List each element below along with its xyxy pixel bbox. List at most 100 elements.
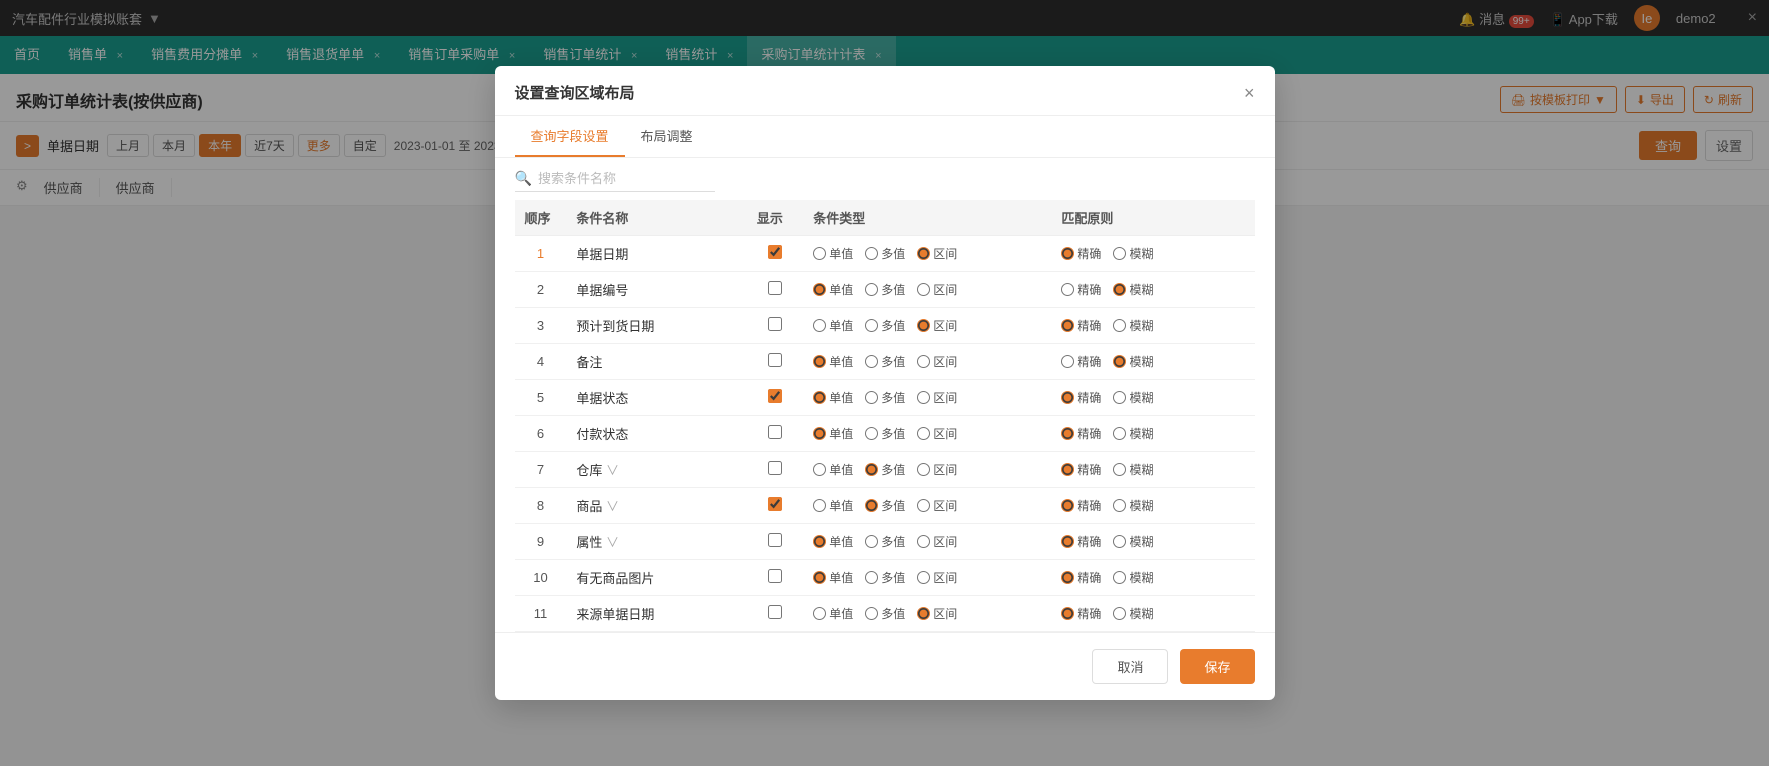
type-option-多值[interactable]: 多值	[865, 497, 905, 514]
type-radio-多值[interactable]	[865, 607, 878, 620]
type-option-多值[interactable]: 多值	[865, 281, 905, 298]
type-option-多值[interactable]: 多值	[865, 461, 905, 478]
match-option-精确[interactable]: 精确	[1061, 245, 1101, 262]
match-radio-模糊[interactable]	[1113, 283, 1126, 296]
match-radio-精确[interactable]	[1061, 463, 1074, 476]
type-radio-区间[interactable]	[917, 319, 930, 332]
match-radio-精确[interactable]	[1061, 355, 1074, 368]
type-radio-单值[interactable]	[813, 355, 826, 368]
type-radio-多值[interactable]	[865, 283, 878, 296]
type-option-区间[interactable]: 区间	[917, 569, 957, 586]
type-radio-单值[interactable]	[813, 571, 826, 584]
type-option-区间[interactable]: 区间	[917, 533, 957, 550]
type-radio-多值[interactable]	[865, 247, 878, 260]
type-option-多值[interactable]: 多值	[865, 569, 905, 586]
type-option-区间[interactable]: 区间	[917, 281, 957, 298]
display-checkbox[interactable]	[768, 245, 782, 259]
display-checkbox[interactable]	[768, 605, 782, 619]
type-option-多值[interactable]: 多值	[865, 353, 905, 370]
match-radio-模糊[interactable]	[1113, 355, 1126, 368]
cancel-button[interactable]: 取消	[1092, 649, 1168, 684]
match-option-精确[interactable]: 精确	[1061, 605, 1101, 622]
match-radio-模糊[interactable]	[1113, 499, 1126, 512]
type-radio-单值[interactable]	[813, 319, 826, 332]
type-option-单值[interactable]: 单值	[813, 569, 853, 586]
match-radio-模糊[interactable]	[1113, 463, 1126, 476]
match-radio-模糊[interactable]	[1113, 247, 1126, 260]
match-option-精确[interactable]: 精确	[1061, 425, 1101, 442]
match-radio-精确[interactable]	[1061, 499, 1074, 512]
match-option-模糊[interactable]: 模糊	[1113, 389, 1153, 406]
type-radio-区间[interactable]	[917, 391, 930, 404]
type-radio-单值[interactable]	[813, 499, 826, 512]
match-radio-精确[interactable]	[1061, 535, 1074, 548]
type-radio-区间[interactable]	[917, 247, 930, 260]
match-option-模糊[interactable]: 模糊	[1113, 533, 1153, 550]
match-radio-精确[interactable]	[1061, 571, 1074, 584]
type-option-区间[interactable]: 区间	[917, 497, 957, 514]
type-option-单值[interactable]: 单值	[813, 389, 853, 406]
display-checkbox[interactable]	[768, 281, 782, 295]
match-radio-精确[interactable]	[1061, 427, 1074, 440]
type-radio-多值[interactable]	[865, 535, 878, 548]
match-radio-精确[interactable]	[1061, 247, 1074, 260]
type-radio-区间[interactable]	[917, 355, 930, 368]
match-option-模糊[interactable]: 模糊	[1113, 245, 1153, 262]
type-radio-区间[interactable]	[917, 499, 930, 512]
match-option-精确[interactable]: 精确	[1061, 461, 1101, 478]
display-checkbox[interactable]	[768, 353, 782, 367]
match-option-精确[interactable]: 精确	[1061, 389, 1101, 406]
type-option-区间[interactable]: 区间	[917, 353, 957, 370]
type-option-区间[interactable]: 区间	[917, 245, 957, 262]
dialog-tab-layout[interactable]: 布局调整	[625, 116, 709, 157]
display-checkbox[interactable]	[768, 389, 782, 403]
display-checkbox[interactable]	[768, 461, 782, 475]
display-checkbox[interactable]	[768, 569, 782, 583]
type-radio-多值[interactable]	[865, 319, 878, 332]
match-option-精确[interactable]: 精确	[1061, 353, 1101, 370]
type-radio-多值[interactable]	[865, 571, 878, 584]
type-radio-多值[interactable]	[865, 391, 878, 404]
type-option-多值[interactable]: 多值	[865, 605, 905, 622]
type-radio-单值[interactable]	[813, 283, 826, 296]
match-radio-精确[interactable]	[1061, 391, 1074, 404]
match-option-精确[interactable]: 精确	[1061, 497, 1101, 514]
type-option-单值[interactable]: 单值	[813, 245, 853, 262]
match-option-模糊[interactable]: 模糊	[1113, 281, 1153, 298]
type-radio-单值[interactable]	[813, 535, 826, 548]
match-option-精确[interactable]: 精确	[1061, 569, 1101, 586]
match-radio-精确[interactable]	[1061, 607, 1074, 620]
match-option-模糊[interactable]: 模糊	[1113, 317, 1153, 334]
type-radio-区间[interactable]	[917, 535, 930, 548]
type-radio-区间[interactable]	[917, 463, 930, 476]
dropdown-arrow[interactable]: ∨	[606, 463, 619, 478]
display-checkbox[interactable]	[768, 425, 782, 439]
search-input[interactable]	[538, 171, 698, 186]
type-option-多值[interactable]: 多值	[865, 533, 905, 550]
type-option-区间[interactable]: 区间	[917, 605, 957, 622]
type-radio-区间[interactable]	[917, 427, 930, 440]
match-option-模糊[interactable]: 模糊	[1113, 569, 1153, 586]
display-checkbox[interactable]	[768, 317, 782, 331]
type-option-区间[interactable]: 区间	[917, 461, 957, 478]
dropdown-arrow[interactable]: ∨	[606, 499, 619, 514]
type-radio-单值[interactable]	[813, 391, 826, 404]
type-radio-单值[interactable]	[813, 427, 826, 440]
type-radio-区间[interactable]	[917, 571, 930, 584]
type-option-多值[interactable]: 多值	[865, 425, 905, 442]
type-option-单值[interactable]: 单值	[813, 281, 853, 298]
dialog-tab-fields[interactable]: 查询字段设置	[515, 116, 625, 157]
match-option-模糊[interactable]: 模糊	[1113, 497, 1153, 514]
match-option-模糊[interactable]: 模糊	[1113, 605, 1153, 622]
type-radio-多值[interactable]	[865, 355, 878, 368]
type-radio-多值[interactable]	[865, 427, 878, 440]
type-option-单值[interactable]: 单值	[813, 533, 853, 550]
type-radio-多值[interactable]	[865, 463, 878, 476]
match-radio-模糊[interactable]	[1113, 391, 1126, 404]
match-radio-模糊[interactable]	[1113, 319, 1126, 332]
type-radio-单值[interactable]	[813, 607, 826, 620]
match-radio-模糊[interactable]	[1113, 571, 1126, 584]
match-radio-模糊[interactable]	[1113, 535, 1126, 548]
type-option-多值[interactable]: 多值	[865, 245, 905, 262]
match-radio-精确[interactable]	[1061, 319, 1074, 332]
